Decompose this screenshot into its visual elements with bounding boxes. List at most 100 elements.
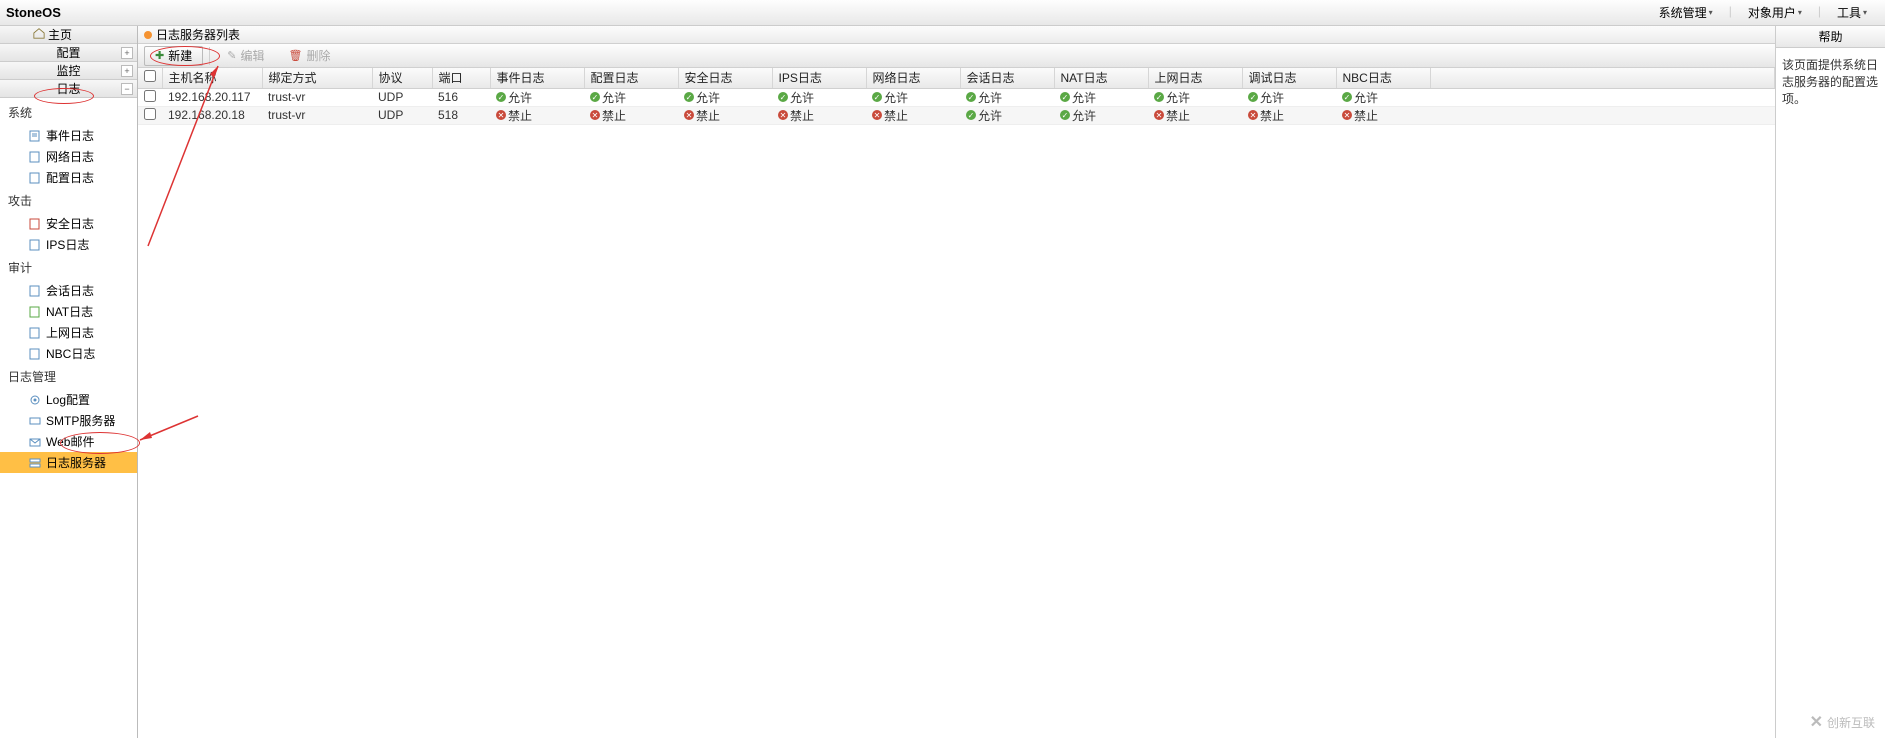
col-hostname[interactable]: 主机名称 — [162, 68, 262, 88]
col-security-log[interactable]: 安全日志 — [678, 68, 772, 88]
status-label: 允许 — [1260, 89, 1284, 106]
watermark-text: 创新互联 — [1827, 714, 1875, 731]
doc-icon — [28, 130, 42, 142]
nav-home[interactable]: 主页 — [0, 26, 137, 44]
row-checkbox[interactable] — [144, 90, 156, 102]
cell-status: ✕禁止 — [1336, 106, 1430, 124]
col-spacer — [1430, 68, 1775, 88]
tree-log-server[interactable]: 日志服务器 — [0, 452, 137, 473]
content-area: 日志服务器列表 ✚ 新建 ✎ 编辑 🗑 删除 — [138, 26, 1775, 738]
table-row[interactable]: 192.168.20.18trust-vrUDP518✕禁止✕禁止✕禁止✕禁止✕… — [138, 106, 1775, 124]
watermark-icon: ✕ — [1810, 712, 1823, 732]
tree-nat-log[interactable]: NAT日志 — [0, 301, 137, 322]
status-label: 允许 — [1072, 89, 1096, 106]
doc-icon — [28, 285, 42, 297]
cross-icon: ✕ — [778, 110, 788, 120]
col-network-log[interactable]: 网络日志 — [866, 68, 960, 88]
col-bind-mode[interactable]: 绑定方式 — [262, 68, 372, 88]
menu-target-user[interactable]: 对象用户▾ — [1744, 4, 1806, 21]
nav-log[interactable]: 日志 − — [0, 80, 137, 98]
edit-button-label: 编辑 — [240, 47, 264, 64]
cell-status: ✕禁止 — [1148, 106, 1242, 124]
doc-icon — [28, 172, 42, 184]
cell-status: ✕禁止 — [490, 106, 584, 124]
tree-security-log[interactable]: 安全日志 — [0, 213, 137, 234]
tree-log-config[interactable]: Log配置 — [0, 389, 137, 410]
tree-item-label: NBC日志 — [46, 345, 95, 362]
new-button-label: 新建 — [168, 47, 192, 64]
cell-status: ✕禁止 — [1242, 106, 1336, 124]
table-row[interactable]: 192.168.20.117trust-vrUDP516✓允许✓允许✓允许✓允许… — [138, 88, 1775, 106]
nav-tree: 系统 事件日志 网络日志 配置日志 攻击 安全日志 — [0, 98, 137, 738]
expand-icon[interactable]: + — [121, 47, 133, 59]
log-server-grid: 主机名称 绑定方式 协议 端口 事件日志 配置日志 安全日志 IPS日志 网络日… — [138, 68, 1775, 125]
status-label: 允许 — [884, 89, 908, 106]
row-checkbox[interactable] — [144, 108, 156, 120]
cell-status: ✓允许 — [866, 88, 960, 106]
tree-network-log[interactable]: 网络日志 — [0, 146, 137, 167]
tree-item-label: IPS日志 — [46, 236, 89, 253]
watermark: ✕ 创新互联 — [1810, 712, 1875, 732]
status-label: 允许 — [790, 89, 814, 106]
status-label: 禁止 — [1354, 107, 1378, 124]
cell-status: ✕禁止 — [584, 106, 678, 124]
plus-icon: ✚ — [155, 49, 164, 62]
tree-item-label: 安全日志 — [46, 215, 94, 232]
nav-monitor[interactable]: 监控 + — [0, 62, 137, 80]
menu-target-user-label: 对象用户 — [1748, 4, 1796, 21]
tree-nbc-log[interactable]: NBC日志 — [0, 343, 137, 364]
edit-button[interactable]: ✎ 编辑 — [216, 46, 275, 66]
tree-item-label: 配置日志 — [46, 169, 94, 186]
cross-icon: ✕ — [1248, 110, 1258, 120]
nav-config[interactable]: 配置 + — [0, 44, 137, 62]
cell-spacer — [1430, 88, 1775, 106]
col-config-log[interactable]: 配置日志 — [584, 68, 678, 88]
tree-web-mail[interactable]: Web邮件 — [0, 431, 137, 452]
col-session-log[interactable]: 会话日志 — [960, 68, 1054, 88]
col-debug-log[interactable]: 调试日志 — [1242, 68, 1336, 88]
cell-checkbox[interactable] — [138, 106, 162, 124]
expand-icon[interactable]: + — [121, 65, 133, 77]
tree-item-label: Web邮件 — [46, 433, 94, 450]
cell-status: ✓允许 — [1148, 88, 1242, 106]
delete-button[interactable]: 🗑 删除 — [277, 46, 341, 66]
status-label: 禁止 — [602, 107, 626, 124]
tree-item-label: 上网日志 — [46, 324, 94, 341]
help-panel: 帮助 该页面提供系统日志服务器的配置选项。 — [1775, 26, 1885, 738]
tree-event-log[interactable]: 事件日志 — [0, 125, 137, 146]
cell-status: ✕禁止 — [772, 106, 866, 124]
doc-icon — [28, 348, 42, 360]
divider: | — [1729, 4, 1732, 21]
new-button[interactable]: ✚ 新建 — [144, 46, 203, 66]
col-checkbox[interactable] — [138, 68, 162, 88]
app-header: StoneOS 系统管理▾ | 对象用户▾ | 工具▾ — [0, 0, 1885, 26]
tree-ips-log[interactable]: IPS日志 — [0, 234, 137, 255]
col-event-log[interactable]: 事件日志 — [490, 68, 584, 88]
tree-item-label: 日志服务器 — [46, 454, 106, 471]
collapse-icon[interactable]: − — [121, 83, 133, 95]
col-online-log[interactable]: 上网日志 — [1148, 68, 1242, 88]
col-port[interactable]: 端口 — [432, 68, 490, 88]
tree-config-log[interactable]: 配置日志 — [0, 167, 137, 188]
tree-smtp-server[interactable]: SMTP服务器 — [0, 410, 137, 431]
select-all-checkbox[interactable] — [144, 70, 156, 82]
menu-tools[interactable]: 工具▾ — [1833, 4, 1871, 21]
status-label: 禁止 — [696, 107, 720, 124]
cell-checkbox[interactable] — [138, 88, 162, 106]
tree-online-log[interactable]: 上网日志 — [0, 322, 137, 343]
col-protocol[interactable]: 协议 — [372, 68, 432, 88]
mail-icon — [28, 436, 42, 448]
check-icon: ✓ — [684, 92, 694, 102]
tree-session-log[interactable]: 会话日志 — [0, 280, 137, 301]
col-ips-log[interactable]: IPS日志 — [772, 68, 866, 88]
menu-system-manage[interactable]: 系统管理▾ — [1655, 4, 1717, 21]
group-log-manage: 日志管理 — [0, 364, 137, 389]
check-icon: ✓ — [590, 92, 600, 102]
divider: | — [1818, 4, 1821, 21]
help-tab[interactable]: 帮助 — [1776, 26, 1885, 48]
col-nat-log[interactable]: NAT日志 — [1054, 68, 1148, 88]
doc-icon — [28, 306, 42, 318]
tree-item-label: SMTP服务器 — [46, 412, 115, 429]
col-nbc-log[interactable]: NBC日志 — [1336, 68, 1430, 88]
status-label: 允许 — [978, 107, 1002, 124]
